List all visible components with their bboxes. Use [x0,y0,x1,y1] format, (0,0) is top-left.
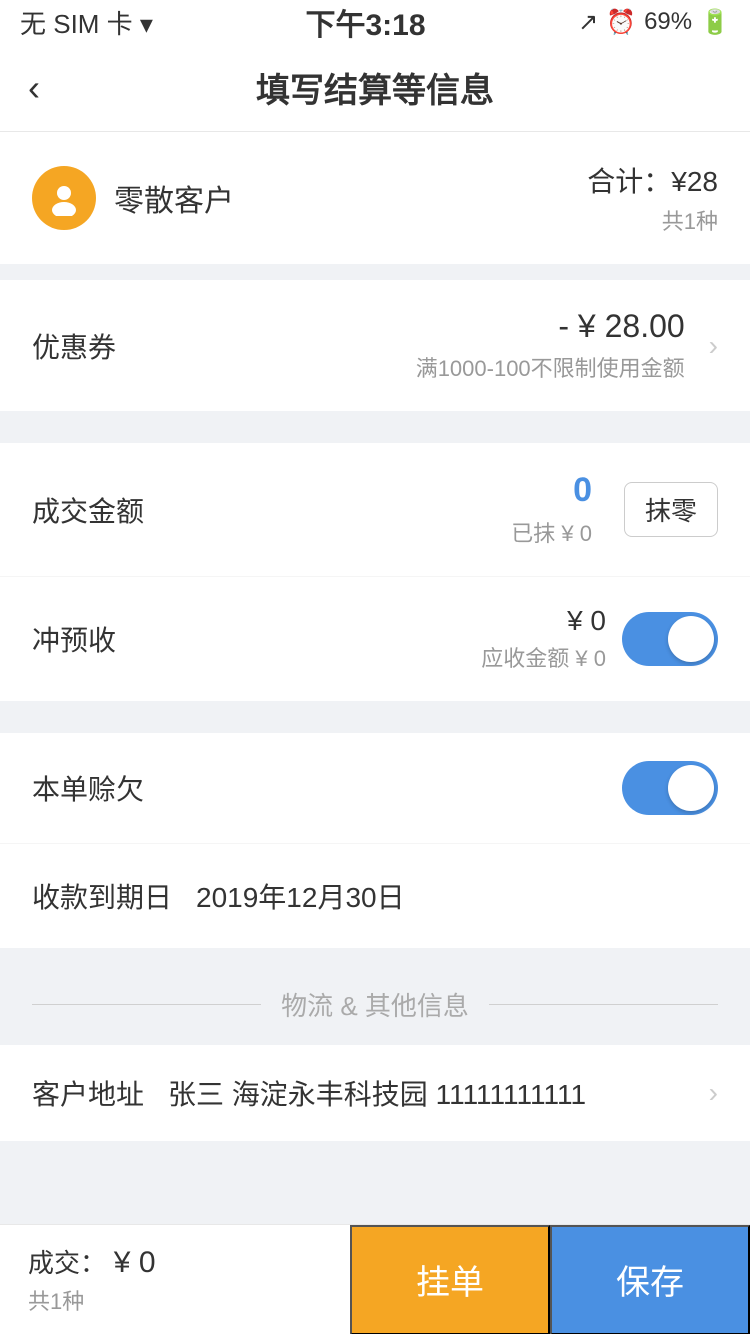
status-time: 下午3:18 [305,0,425,44]
page-title: 填写结算等信息 [256,63,494,112]
address-value: 张三 海淀永丰科技园 11111111111 [168,1073,685,1113]
bottom-count: 共1种 [28,1284,322,1316]
chevron-right-icon: › [709,330,718,362]
customer-right: 合计：¥28 共1种 [587,160,718,236]
prepayment-right: ¥ 0 应收金额 ¥ 0 [481,605,718,673]
main-content: 零散客户 合计：¥28 共1种 优惠券 - ¥ 28.00 满1000-100不… [0,132,750,1277]
save-button[interactable]: 保存 [550,1225,750,1334]
debt-section: 本单赊欠 收款到期日 2019年12月30日 [0,733,750,948]
avatar [32,166,96,230]
address-row[interactable]: 客户地址 张三 海淀永丰科技园 11111111111 › [0,1045,750,1141]
deal-amount-value: 0 [511,471,592,510]
no-sim-label: 无 SIM 卡 ▾ [20,4,153,41]
prepayment-amount: ¥ 0 [481,605,606,637]
address-chevron-icon: › [709,1077,718,1109]
coupon-label: 优惠券 [32,326,152,366]
address-section[interactable]: 客户地址 张三 海淀永丰科技园 11111111111 › [0,1045,750,1141]
deal-amount-section: 成交金额 0 已抹 ¥ 0 抹零 冲预收 ¥ 0 应收金额 ¥ 0 [0,443,750,701]
logistics-divider: 物流 & 其他信息 [0,964,750,1045]
prepayment-toggle[interactable] [622,612,718,666]
logistics-line-right [489,1004,718,1005]
due-date-row: 收款到期日 2019年12月30日 [0,844,750,948]
debt-row: 本单赊欠 [0,733,750,844]
debt-right [622,761,718,815]
hang-button[interactable]: 挂单 [350,1225,550,1334]
back-button[interactable]: ‹ [28,67,40,109]
customer-name: 零散客户 [114,176,234,220]
coupon-amount: - ¥ 28.00 [416,308,685,345]
logistics-line-left [32,1004,261,1005]
nav-bar: ‹ 填写结算等信息 [0,44,750,132]
already-rounded-label: 已抹 ¥ 0 [511,516,592,548]
prepayment-label: 冲预收 [32,619,152,659]
customer-left: 零散客户 [32,166,234,230]
location-icon: ↗ [578,8,598,37]
deal-amount-label: 成交金额 [32,490,152,530]
due-date-value: 2019年12月30日 [196,876,405,916]
debt-toggle-knob [668,765,714,811]
toggle-knob [668,616,714,662]
round-zero-button[interactable]: 抹零 [624,482,718,537]
status-right: ↗ ⏰ 69% 🔋 [578,8,730,37]
battery-icon: 🔋 [700,8,730,37]
customer-section: 零散客户 合计：¥28 共1种 [0,132,750,264]
prepayment-row: 冲预收 ¥ 0 应收金额 ¥ 0 [0,577,750,701]
due-date-label: 收款到期日 [32,876,172,916]
coupon-desc: 满1000-100不限制使用金额 [416,351,685,383]
logistics-label: 物流 & 其他信息 [281,986,469,1023]
divider-2 [0,717,750,733]
status-bar: 无 SIM 卡 ▾ 下午3:18 ↗ ⏰ 69% 🔋 [0,0,750,44]
bottom-bar: 成交： ¥ 0 共1种 挂单 保存 [0,1224,750,1334]
bottom-deal-amount: ¥ 0 [114,1246,156,1279]
bottom-deal-row: 成交： ¥ 0 [28,1243,322,1280]
debt-toggle[interactable] [622,761,718,815]
bottom-deal-label: 成交： [28,1248,106,1278]
coupon-row[interactable]: 优惠券 - ¥ 28.00 满1000-100不限制使用金额 › [0,280,750,411]
total-price: 合计：¥28 [587,160,718,200]
total-count: 共1种 [587,204,718,236]
coupon-right: - ¥ 28.00 满1000-100不限制使用金额 › [416,308,718,383]
bottom-summary: 成交： ¥ 0 共1种 [0,1243,350,1316]
battery-label: 69% [644,8,692,36]
alarm-icon: ⏰ [606,8,636,37]
deal-amount-right: 0 已抹 ¥ 0 抹零 [511,471,718,548]
prepayment-receivable: 应收金额 ¥ 0 [481,641,606,673]
status-left: 无 SIM 卡 ▾ [20,4,153,41]
coupon-section[interactable]: 优惠券 - ¥ 28.00 满1000-100不限制使用金额 › [0,280,750,411]
deal-amount-row: 成交金额 0 已抹 ¥ 0 抹零 [0,443,750,577]
customer-row: 零散客户 合计：¥28 共1种 [0,132,750,264]
address-label: 客户地址 [32,1073,144,1113]
debt-label: 本单赊欠 [32,768,152,808]
divider-1 [0,427,750,443]
